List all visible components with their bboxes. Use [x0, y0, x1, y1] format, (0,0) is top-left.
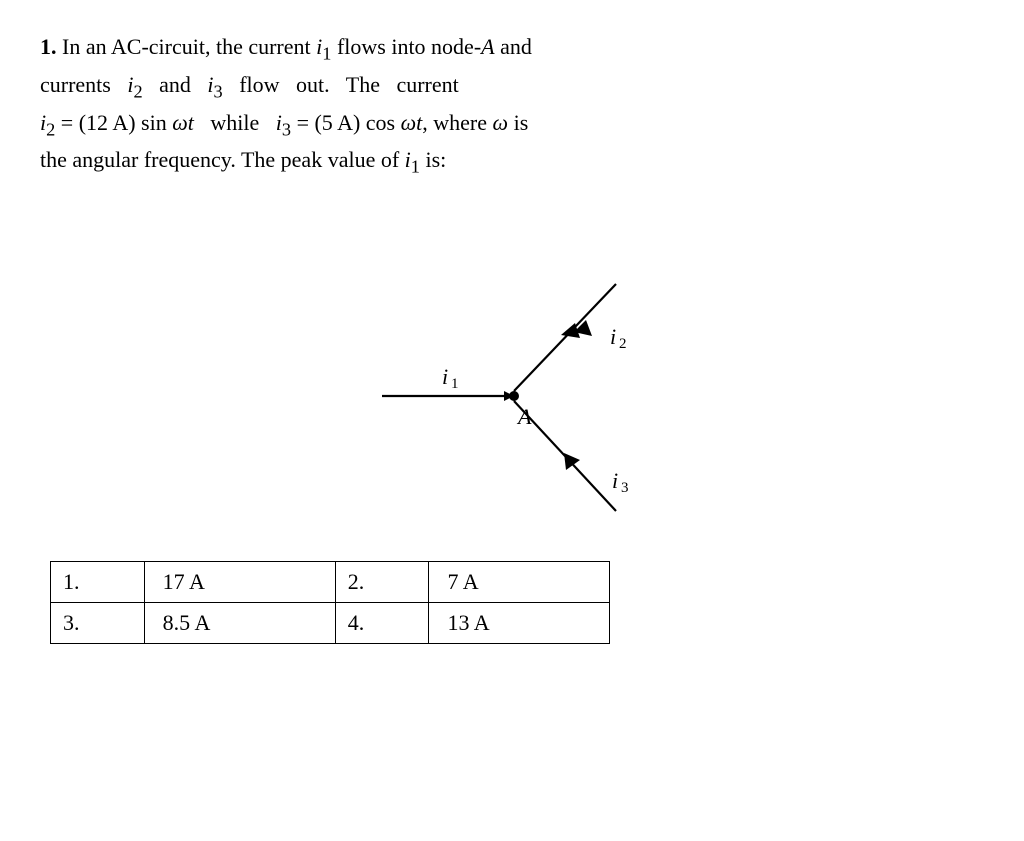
answer-2-num: 2. [335, 562, 429, 603]
question-text-part4: the angular frequency. The peak value of… [40, 147, 446, 172]
question-text-part3: i2 = (12 A) sin ωt while i3 = (5 A) cos … [40, 110, 528, 135]
answer-row-2: 3. 8.5 A 4. 13 A [51, 603, 610, 644]
question-block: 1. In an AC-circuit, the current i1 flow… [40, 30, 984, 181]
question-text-part1: In an AC-circuit, the current i1 flows i… [62, 34, 532, 59]
answer-3-num: 3. [51, 603, 145, 644]
answer-4-value: 13 A [429, 603, 610, 644]
node-dot [509, 391, 519, 401]
question-text-part2: currents i2 and i3 flow out. The current [40, 72, 459, 97]
i3-label: i [612, 468, 618, 493]
answer-1-value: 17 A [144, 562, 335, 603]
i2-label: i [610, 324, 616, 349]
question-number: 1. [40, 34, 57, 59]
i2-subscript: 2 [619, 336, 627, 352]
answer-row-1: 1. 17 A 2. 7 A [51, 562, 610, 603]
i3-subscript: 3 [621, 480, 629, 496]
answer-4-num: 4. [335, 603, 429, 644]
answers-table: 1. 17 A 2. 7 A 3. 8.5 A 4. 13 A [50, 561, 610, 644]
answer-2-value: 7 A [429, 562, 610, 603]
i1-subscript: 1 [451, 376, 459, 392]
circuit-svg: i 1 A i 2 i 3 [342, 216, 682, 536]
answer-3-value: 8.5 A [144, 603, 335, 644]
circuit-diagram: i 1 A i 2 i 3 [40, 211, 984, 541]
answer-1-num: 1. [51, 562, 145, 603]
i1-label: i [442, 364, 448, 389]
